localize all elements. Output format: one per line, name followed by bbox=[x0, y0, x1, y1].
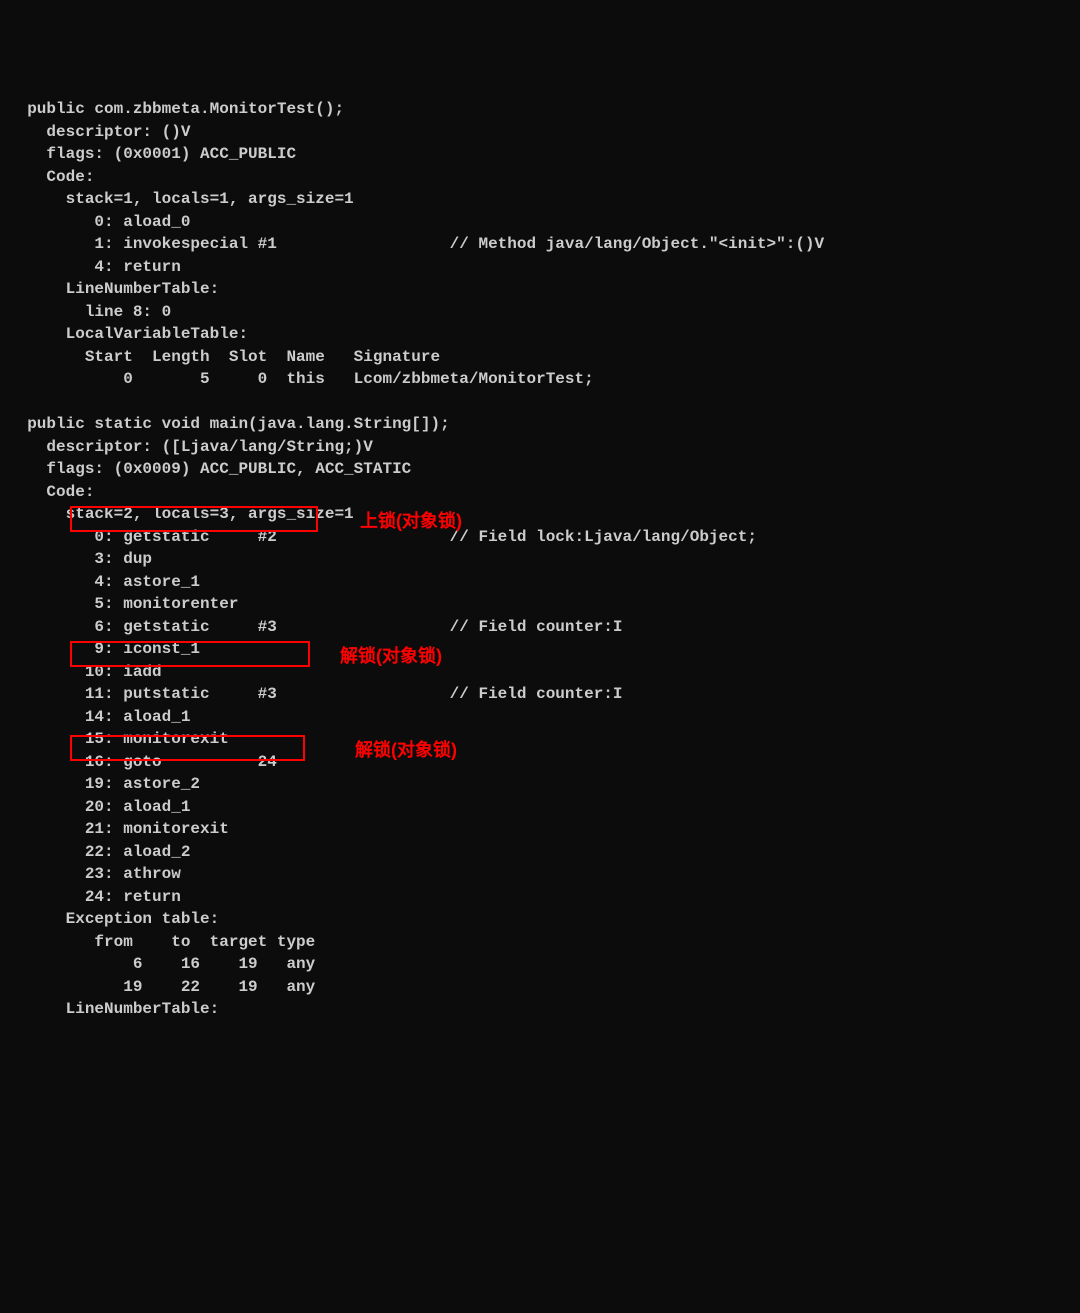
code-line: 4: astore_1 bbox=[8, 571, 1080, 594]
code-line: descriptor: ([Ljava/lang/String;)V bbox=[8, 436, 1080, 459]
code-line: 16: goto 24 bbox=[8, 751, 1080, 774]
code-line: 21: monitorexit bbox=[8, 818, 1080, 841]
code-line: 6: getstatic #3 // Field counter:I bbox=[8, 616, 1080, 639]
code-line: 6 16 19 any bbox=[8, 953, 1080, 976]
code-line: descriptor: ()V bbox=[8, 121, 1080, 144]
code-line: 24: return bbox=[8, 886, 1080, 909]
code-line: 10: iadd bbox=[8, 661, 1080, 684]
code-line: flags: (0x0001) ACC_PUBLIC bbox=[8, 143, 1080, 166]
code-line: 14: aload_1 bbox=[8, 706, 1080, 729]
code-line: from to target type bbox=[8, 931, 1080, 954]
code-line: 1: invokespecial #1 // Method java/lang/… bbox=[8, 233, 1080, 256]
code-line: flags: (0x0009) ACC_PUBLIC, ACC_STATIC bbox=[8, 458, 1080, 481]
bytecode-output: public com.zbbmeta.MonitorTest(); descri… bbox=[8, 98, 1080, 1021]
code-line: stack=2, locals=3, args_size=1 bbox=[8, 503, 1080, 526]
code-line: 23: athrow bbox=[8, 863, 1080, 886]
code-line: 0: getstatic #2 // Field lock:Ljava/lang… bbox=[8, 526, 1080, 549]
code-line: 20: aload_1 bbox=[8, 796, 1080, 819]
code-line: 3: dup bbox=[8, 548, 1080, 571]
code-line: Start Length Slot Name Signature bbox=[8, 346, 1080, 369]
code-line: 0: aload_0 bbox=[8, 211, 1080, 234]
code-line: public com.zbbmeta.MonitorTest(); bbox=[8, 98, 1080, 121]
code-line: LineNumberTable: bbox=[8, 998, 1080, 1021]
code-line: 0 5 0 this Lcom/zbbmeta/MonitorTest; bbox=[8, 368, 1080, 391]
code-line: Code: bbox=[8, 481, 1080, 504]
code-line: 19 22 19 any bbox=[8, 976, 1080, 999]
code-line: 22: aload_2 bbox=[8, 841, 1080, 864]
code-line: Code: bbox=[8, 166, 1080, 189]
code-line: 15: monitorexit bbox=[8, 728, 1080, 751]
code-line: LineNumberTable: bbox=[8, 278, 1080, 301]
code-line: 4: return bbox=[8, 256, 1080, 279]
code-line: Exception table: bbox=[8, 908, 1080, 931]
code-line: stack=1, locals=1, args_size=1 bbox=[8, 188, 1080, 211]
code-line: line 8: 0 bbox=[8, 301, 1080, 324]
code-line: public static void main(java.lang.String… bbox=[8, 413, 1080, 436]
code-line: 11: putstatic #3 // Field counter:I bbox=[8, 683, 1080, 706]
code-line: 5: monitorenter bbox=[8, 593, 1080, 616]
code-line bbox=[8, 391, 1080, 414]
code-line: 9: iconst_1 bbox=[8, 638, 1080, 661]
code-line: LocalVariableTable: bbox=[8, 323, 1080, 346]
code-line: 19: astore_2 bbox=[8, 773, 1080, 796]
